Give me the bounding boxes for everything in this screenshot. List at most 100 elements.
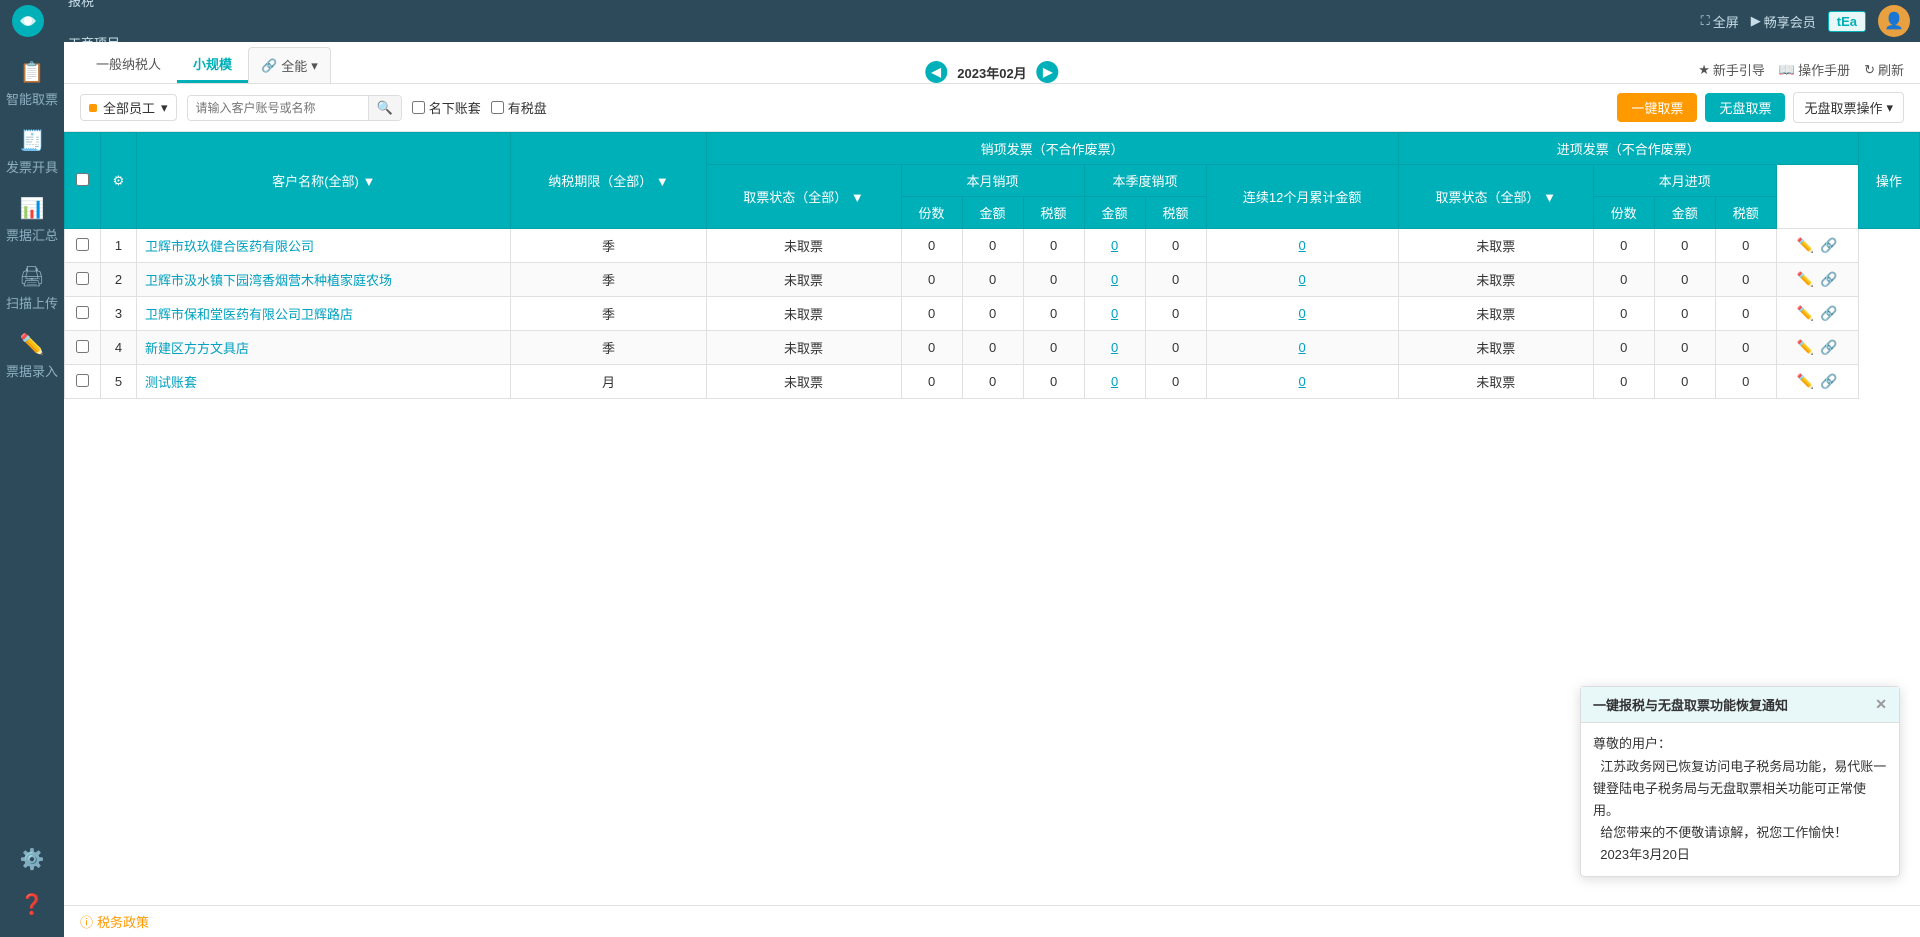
sidebar-label-ticket-entry: 票据录入 [6,361,58,380]
row-view-icon[interactable]: 🔗 [1820,237,1837,254]
row-view-icon[interactable]: 🔗 [1820,305,1837,322]
avatar[interactable]: 👤 [1878,5,1910,37]
row-checkbox-cell [65,297,101,331]
employee-select[interactable]: 全部员工 ▾ [80,94,177,121]
row-view-icon[interactable]: 🔗 [1820,339,1837,356]
bottom-bar: ⓘ 税务政策 [64,905,1920,937]
header-i-month-count: 份数 [1593,197,1654,229]
row-i-month-tax: 0 [1715,365,1776,399]
next-date-btn[interactable]: ▶ [1037,61,1059,83]
row-sales-status: 未取票 [706,229,901,263]
sidebar-item-scan-upload[interactable]: 🖨 扫描上传 [0,254,64,322]
row-sales-status: 未取票 [706,365,901,399]
member-btn[interactable]: ▶ 畅享会员 [1751,12,1816,31]
row-sales-status: 未取票 [706,297,901,331]
row-checkbox[interactable] [76,238,89,251]
row-edit-icon[interactable]: ✏️ [1797,373,1814,390]
row-edit-icon[interactable]: ✏️ [1797,271,1814,288]
sidebar-item-ticket-entry[interactable]: ✏️ 票据录入 [0,322,64,390]
filter-icon-sales-status[interactable]: ▼ [851,190,864,205]
tab-general-taxpayer[interactable]: 一般纳税人 [80,47,177,83]
row-checkbox[interactable] [76,374,89,387]
fullscreen-btn[interactable]: ⛶ 全屏 [1701,12,1739,31]
row-input-status: 未取票 [1398,297,1593,331]
row-view-icon[interactable]: 🔗 [1820,373,1837,390]
notification-close-btn[interactable]: ✕ [1875,696,1887,713]
tax-disk-checkbox-label[interactable]: 有税盘 [491,98,547,117]
table-row: 5 测试账套 月 未取票 0 0 0 0 0 0 未取票 0 0 0 ✏️ 🔗 [65,365,1920,399]
row-checkbox-cell [65,263,101,297]
sidebar-item-settings[interactable]: ⚙️ [0,837,64,882]
row-edit-icon[interactable]: ✏️ [1797,305,1814,322]
row-checkbox-cell [65,331,101,365]
search-button[interactable]: 🔍 [368,96,401,120]
row-no: 2 [101,263,137,297]
table-row: 1 卫辉市玖玖健合医药有限公司 季 未取票 0 0 0 0 0 0 未取票 0 … [65,229,1920,263]
filter-icon-customer[interactable]: ▼ [362,174,375,189]
row-customer-name[interactable]: 测试账套 [137,365,511,399]
refresh-btn[interactable]: ↻ 刷新 [1864,60,1904,79]
row-edit-icon[interactable]: ✏️ [1797,237,1814,254]
row-i-month-tax: 0 [1715,297,1776,331]
header-s-month-count: 份数 [901,197,962,229]
row-customer-name[interactable]: 卫辉市保和堂医药有限公司卫辉路店 [137,297,511,331]
sidebar-item-ticket-summary[interactable]: 📊 票据汇总 [0,186,64,254]
tax-disk-checkbox[interactable] [491,101,504,114]
sidebar-item-smart-ticket[interactable]: 📋 智能取票 [0,50,64,118]
ticket-entry-icon: ✏️ [20,332,45,357]
sub-account-checkbox-label[interactable]: 名下账套 [412,98,481,117]
row-s-quarter-amount: 0 [1084,297,1145,331]
prev-date-btn[interactable]: ◀ [925,61,947,83]
tax-policy-link[interactable]: ⓘ 税务政策 [80,912,149,931]
settings-gear-icon[interactable]: ⚙ [113,173,125,188]
row-s-month-tax: 0 [1023,365,1084,399]
tab-all-label: 🔗 [261,58,277,74]
sub-account-checkbox[interactable] [412,101,425,114]
filter-icon-input-status[interactable]: ▼ [1543,190,1556,205]
row-customer-name[interactable]: 新建区方方文具店 [137,331,511,365]
nav-item-报税[interactable]: 报税 [56,0,132,21]
row-edit-icon[interactable]: ✏️ [1797,339,1814,356]
row-no: 4 [101,331,137,365]
row-customer-name[interactable]: 卫辉市玖玖健合医药有限公司 [137,229,511,263]
row-i-month-count: 0 [1593,365,1654,399]
row-i-month-amount: 0 [1654,263,1715,297]
manual-btn[interactable]: 📖 操作手册 [1779,60,1850,79]
logo-icon[interactable] [10,3,46,39]
row-checkbox-cell [65,229,101,263]
tab-all-text: 全能 [281,56,307,75]
diskless-ticket-btn[interactable]: 无盘取票 [1705,93,1785,122]
filter-icon-period[interactable]: ▼ [656,174,669,189]
row-checkbox[interactable] [76,340,89,353]
row-i-month-count: 0 [1593,229,1654,263]
row-s-quarter-tax: 0 [1145,331,1206,365]
row-i-month-tax: 0 [1715,263,1776,297]
new-guide-btn[interactable]: ★ 新手引导 [1698,60,1765,79]
sidebar-item-help[interactable]: ❓ [0,882,64,927]
table-row: 2 卫辉市汲水镇下园湾香烟营木种植家庭农场 季 未取票 0 0 0 0 0 0 … [65,263,1920,297]
row-s-quarter-amount: 0 [1084,331,1145,365]
tab-all-capable[interactable]: 🔗 全能 ▾ [248,47,331,83]
row-customer-name[interactable]: 卫辉市汲水镇下园湾香烟营木种植家庭农场 [137,263,511,297]
row-no: 3 [101,297,137,331]
search-input[interactable] [188,97,368,119]
table-row: 4 新建区方方文具店 季 未取票 0 0 0 0 0 0 未取票 0 0 0 ✏… [65,331,1920,365]
sidebar-item-issue-invoice[interactable]: 🧾 发票开具 [0,118,64,186]
sidebar: 📋 智能取票 🧾 发票开具 📊 票据汇总 🖨 扫描上传 ✏️ 票据录入 ⚙️ ❓ [0,42,64,937]
notification-body: 尊敬的用户： 江苏政务网已恢复访问电子税务局功能，易代账一键登陆电子税务局与无盘… [1581,723,1899,876]
employee-chevron-icon: ▾ [161,100,168,116]
toolbar-right: 一键取票 无盘取票 无盘取票操作 ▾ [1617,92,1904,123]
row-checkbox[interactable] [76,306,89,319]
select-all-checkbox[interactable] [76,173,89,186]
row-view-icon[interactable]: 🔗 [1820,271,1837,288]
toolbar: 全部员工 ▾ 🔍 名下账套 有税盘 一键取票 无盘取票 无 [64,84,1920,132]
row-checkbox[interactable] [76,272,89,285]
tea-badge[interactable]: tEa [1828,11,1866,32]
smart-ticket-icon: 📋 [20,60,45,85]
diskless-operations-btn[interactable]: 无盘取票操作 ▾ [1793,92,1904,123]
table-body: 1 卫辉市玖玖健合医药有限公司 季 未取票 0 0 0 0 0 0 未取票 0 … [65,229,1920,399]
tab-small-scale[interactable]: 小规模 [177,47,248,83]
row-no: 5 [101,365,137,399]
one-click-ticket-btn[interactable]: 一键取票 [1617,93,1697,122]
row-s-month-amount: 0 [962,263,1023,297]
